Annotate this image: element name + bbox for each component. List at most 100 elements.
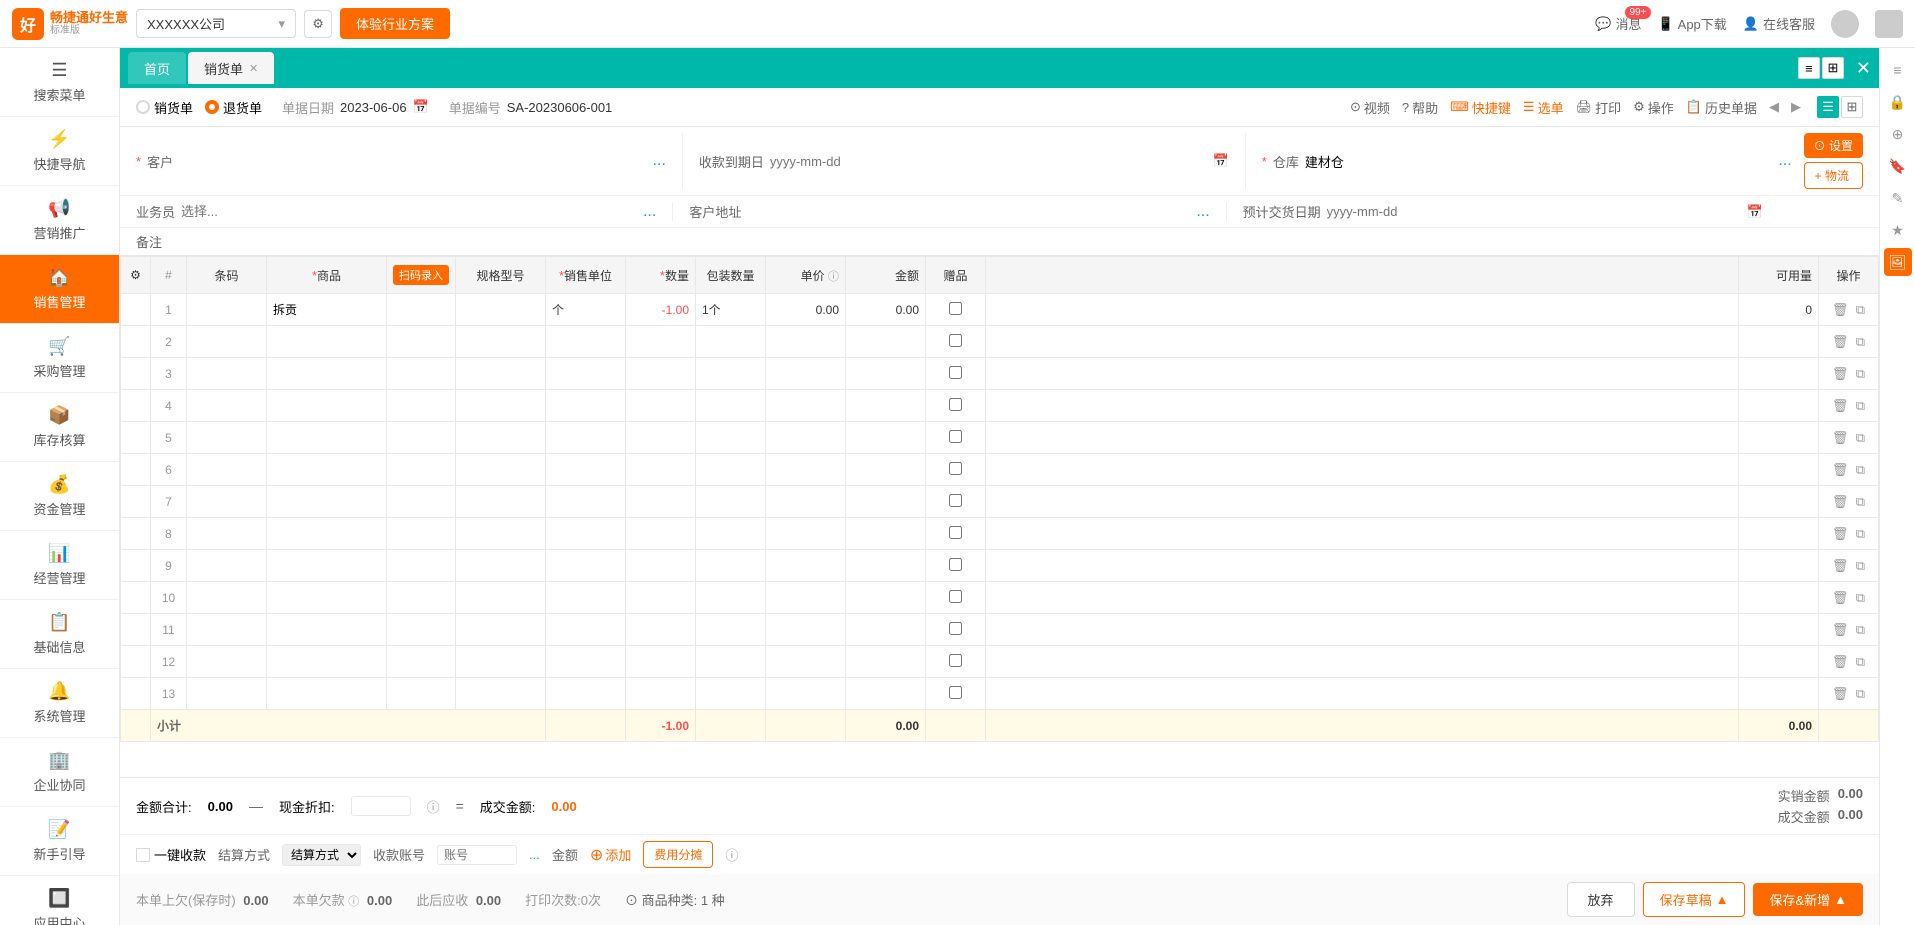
row-qty-11[interactable] xyxy=(626,646,696,678)
sidebar-item-operations[interactable]: 📊 经营管理 xyxy=(0,531,119,600)
copy-row-icon[interactable]: ⧉ xyxy=(1856,526,1865,541)
sidebar-item-enterprise[interactable]: 🏢 企业协同 xyxy=(0,738,119,807)
copy-row-icon[interactable]: ⧉ xyxy=(1856,494,1865,509)
row-product-10[interactable] xyxy=(267,614,387,646)
row-barcode-0[interactable] xyxy=(187,294,267,326)
delete-row-icon[interactable]: 🗑 xyxy=(1832,302,1849,317)
tab-close-icon[interactable]: ✕ xyxy=(249,62,258,75)
row-product-0[interactable] xyxy=(267,294,387,326)
row-pkgqty-4[interactable] xyxy=(696,422,766,454)
row-amount-2[interactable] xyxy=(846,358,926,390)
row-pkgqty-9[interactable] xyxy=(696,582,766,614)
row-pkgqty-11[interactable] xyxy=(696,646,766,678)
table-view-btn[interactable]: ⊞ xyxy=(1841,96,1863,118)
row-gift-7[interactable] xyxy=(926,518,986,550)
row-product-11[interactable] xyxy=(267,646,387,678)
shortcut-btn[interactable]: ⌨ 快捷键 xyxy=(1450,98,1511,117)
warehouse-dots-btn[interactable]: ... xyxy=(1778,152,1791,170)
delete-row-icon[interactable]: 🗑 xyxy=(1832,686,1849,701)
row-unit-9[interactable] xyxy=(546,582,626,614)
row-product-1[interactable] xyxy=(267,326,387,358)
row-pkgqty-0[interactable]: 1个 xyxy=(696,294,766,326)
sidebar-item-purchase-mgmt[interactable]: 🛒 采购管理 xyxy=(0,324,119,393)
row-amount-1[interactable] xyxy=(846,326,926,358)
delete-row-icon[interactable]: 🗑 xyxy=(1832,590,1849,605)
nav-next-icon[interactable]: ▶ xyxy=(1791,99,1801,115)
row-barcode-7[interactable] xyxy=(187,518,267,550)
row-barcode-10[interactable] xyxy=(187,614,267,646)
copy-row-icon[interactable]: ⧉ xyxy=(1856,654,1865,669)
ops-btn[interactable]: ⚙ 操作 xyxy=(1633,98,1674,117)
row-spec-12[interactable] xyxy=(456,678,546,710)
row-spec-10[interactable] xyxy=(456,614,546,646)
row-barcode-9[interactable] xyxy=(187,582,267,614)
video-help-btn[interactable]: ⊙ 视频 xyxy=(1350,98,1390,117)
row-product-12[interactable] xyxy=(267,678,387,710)
sidebar-item-quick-nav[interactable]: ⚡ 快捷导航 xyxy=(0,117,119,186)
row-pkgqty-5[interactable] xyxy=(696,454,766,486)
row-qty-8[interactable] xyxy=(626,550,696,582)
row-unit-11[interactable] xyxy=(546,646,626,678)
copy-row-icon[interactable]: ⧉ xyxy=(1856,334,1865,349)
radio-return[interactable]: 退货单 xyxy=(205,98,262,117)
form-view-btn[interactable]: ☰ xyxy=(1817,96,1839,118)
row-gift-8[interactable] xyxy=(926,550,986,582)
online-service-btn[interactable]: 👤 在线客服 xyxy=(1743,14,1815,33)
row-amount-9[interactable] xyxy=(846,582,926,614)
row-amount-7[interactable] xyxy=(846,518,926,550)
print-btn[interactable]: 🖨 打印 xyxy=(1576,98,1622,117)
row-barcode-4[interactable] xyxy=(187,422,267,454)
discard-button[interactable]: 放弃 xyxy=(1567,882,1635,917)
trial-button[interactable]: 体验行业方案 xyxy=(340,8,450,39)
sidebar-item-sys-mgmt[interactable]: 🔔 系统管理 xyxy=(0,669,119,738)
payment-due-input[interactable] xyxy=(770,154,1207,169)
right-icon-tag[interactable]: 🔖 xyxy=(1884,152,1912,180)
row-barcode-8[interactable] xyxy=(187,550,267,582)
row-price-12[interactable] xyxy=(766,678,846,710)
settlement-method-select[interactable]: 结算方式 xyxy=(282,844,361,866)
row-product-7[interactable] xyxy=(267,518,387,550)
row-unit-4[interactable] xyxy=(546,422,626,454)
salesperson-dots-btn[interactable]: ... xyxy=(643,203,656,221)
delete-row-icon[interactable]: 🗑 xyxy=(1832,430,1849,445)
row-unit-3[interactable] xyxy=(546,390,626,422)
delete-row-icon[interactable]: 🗑 xyxy=(1832,558,1849,573)
row-unit-7[interactable] xyxy=(546,518,626,550)
row-amount-8[interactable] xyxy=(846,550,926,582)
row-spec-0[interactable] xyxy=(456,294,546,326)
copy-row-icon[interactable]: ⧉ xyxy=(1856,590,1865,605)
row-spec-11[interactable] xyxy=(456,646,546,678)
right-icon-lock[interactable]: 🔒 xyxy=(1884,88,1912,116)
sidebar-item-app-center[interactable]: 🔲 应用中心 xyxy=(0,876,119,925)
copy-row-icon[interactable]: ⧉ xyxy=(1856,558,1865,573)
row-gift-2[interactable] xyxy=(926,358,986,390)
sidebar-item-beginner[interactable]: 📝 新手引导 xyxy=(0,807,119,876)
row-unit-12[interactable] xyxy=(546,678,626,710)
row-gift-3[interactable] xyxy=(926,390,986,422)
row-qty-12[interactable] xyxy=(626,678,696,710)
row-price-8[interactable] xyxy=(766,550,846,582)
row-spec-9[interactable] xyxy=(456,582,546,614)
row-product-4[interactable] xyxy=(267,422,387,454)
row-product-8[interactable] xyxy=(267,550,387,582)
row-amount-4[interactable] xyxy=(846,422,926,454)
row-spec-8[interactable] xyxy=(456,550,546,582)
delete-row-icon[interactable]: 🗑 xyxy=(1832,366,1849,381)
save-new-button[interactable]: 保存&新增 ▲ xyxy=(1753,883,1863,916)
row-pkgqty-2[interactable] xyxy=(696,358,766,390)
row-unit-10[interactable] xyxy=(546,614,626,646)
row-price-5[interactable] xyxy=(766,454,846,486)
user-menu[interactable] xyxy=(1875,10,1903,38)
one-click-checkbox[interactable] xyxy=(136,848,150,862)
row-price-9[interactable] xyxy=(766,582,846,614)
row-pkgqty-1[interactable] xyxy=(696,326,766,358)
sidebar-item-search-order[interactable]: ☰ 搜索菜单 xyxy=(0,48,119,117)
cash-discount-input[interactable] xyxy=(351,796,411,816)
close-window-btn[interactable]: ✕ xyxy=(1856,58,1871,79)
row-unit-0[interactable]: 个 xyxy=(546,294,626,326)
customer-address-dots-btn[interactable]: ... xyxy=(1196,203,1209,221)
delete-row-icon[interactable]: 🗑 xyxy=(1832,526,1849,541)
row-unit-5[interactable] xyxy=(546,454,626,486)
row-unit-2[interactable] xyxy=(546,358,626,390)
copy-row-icon[interactable]: ⧉ xyxy=(1856,462,1865,477)
